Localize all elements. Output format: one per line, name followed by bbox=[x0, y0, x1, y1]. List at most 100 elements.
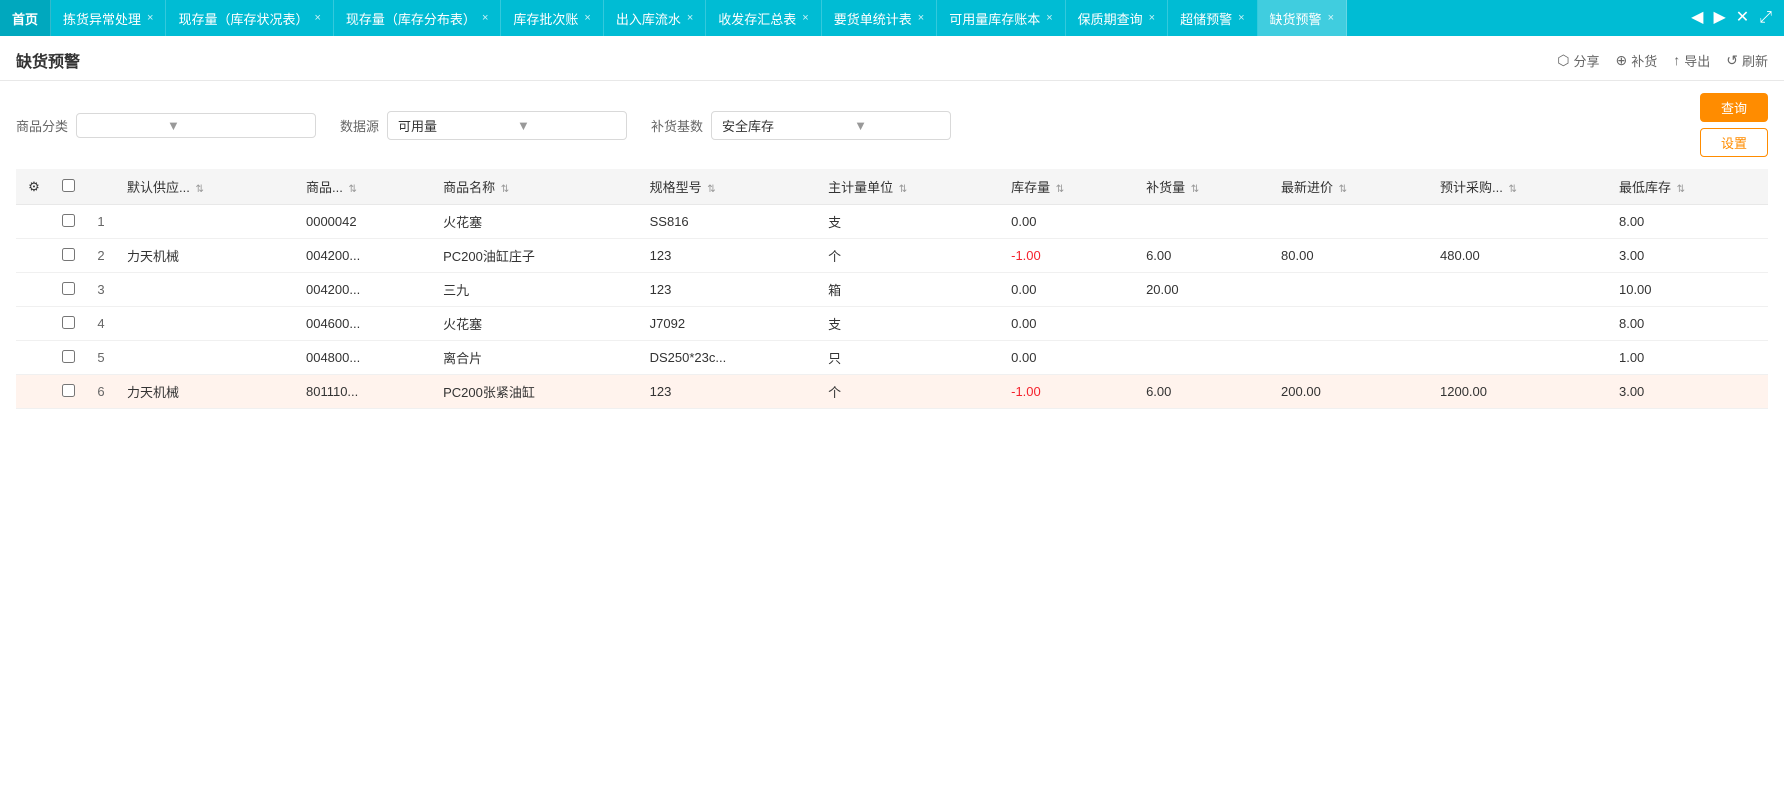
close-available-icon[interactable]: × bbox=[1046, 12, 1052, 24]
row-index-cell: 5 bbox=[85, 341, 117, 375]
th-unit[interactable]: 主计量单位 ⇅ bbox=[818, 169, 1001, 205]
row-name-cell: 离合片 bbox=[433, 341, 640, 375]
close-summary-icon[interactable]: × bbox=[802, 12, 808, 24]
row-checkbox-cell[interactable] bbox=[52, 239, 85, 273]
th-supplier-sort-icon: ⇅ bbox=[195, 184, 203, 195]
close-flow-icon[interactable]: × bbox=[687, 12, 693, 24]
category-select[interactable]: ▼ bbox=[76, 113, 316, 138]
export-icon: ↑ bbox=[1673, 52, 1680, 68]
page-header: 缺货预警 ⬡ 分享 ⊕ 补货 ↑ 导出 ↺ 刷新 bbox=[0, 36, 1784, 81]
th-forecast[interactable]: 预计采购... ⇅ bbox=[1430, 169, 1609, 205]
nav-tab-expiry[interactable]: 保质期查询 × bbox=[1066, 0, 1168, 36]
filter-replenish-base: 补货基数 安全库存 ▼ bbox=[651, 111, 951, 140]
refresh-button[interactable]: ↺ 刷新 bbox=[1726, 51, 1768, 70]
th-gear[interactable]: ⚙ bbox=[16, 169, 52, 205]
row-checkbox-cell[interactable] bbox=[52, 273, 85, 307]
gear-header-icon[interactable]: ⚙ bbox=[28, 179, 40, 194]
nav-close-button[interactable]: ✕ bbox=[1732, 0, 1753, 36]
nav-next-button[interactable]: ▶ bbox=[1709, 0, 1729, 36]
select-all-checkbox[interactable] bbox=[62, 179, 75, 192]
row-stock-cell: 0.00 bbox=[1001, 273, 1136, 307]
nav-tab-inv-status[interactable]: 现存量（库存状况表） × bbox=[166, 0, 333, 36]
row-checkbox-cell[interactable] bbox=[52, 375, 85, 409]
th-code[interactable]: 商品... ⇅ bbox=[296, 169, 433, 205]
datasource-select[interactable]: 可用量 ▼ bbox=[387, 111, 627, 140]
row-replenish-cell: 6.00 bbox=[1136, 375, 1271, 409]
nav-tab-overstock[interactable]: 超储预警 × bbox=[1168, 0, 1257, 36]
close-shortage-icon[interactable]: × bbox=[1328, 12, 1334, 24]
row-supplier-cell bbox=[117, 307, 296, 341]
row-checkbox[interactable] bbox=[62, 316, 75, 329]
close-expiry-icon[interactable]: × bbox=[1149, 12, 1155, 24]
th-supplier[interactable]: 默认供应... ⇅ bbox=[117, 169, 296, 205]
row-checkbox[interactable] bbox=[62, 248, 75, 261]
nav-tab-home[interactable]: 首页 bbox=[0, 0, 51, 36]
th-latest-price[interactable]: 最新进价 ⇅ bbox=[1271, 169, 1430, 205]
th-min-stock[interactable]: 最低库存 ⇅ bbox=[1609, 169, 1768, 205]
row-forecast-cell bbox=[1430, 341, 1609, 375]
row-checkbox-cell[interactable] bbox=[52, 307, 85, 341]
table-header-row: ⚙ 默认供应... ⇅ 商品... ⇅ 商品名称 bbox=[16, 169, 1768, 205]
table-container: ⚙ 默认供应... ⇅ 商品... ⇅ 商品名称 bbox=[0, 169, 1784, 409]
row-name-cell: 三九 bbox=[433, 273, 640, 307]
close-batch-icon[interactable]: × bbox=[584, 12, 590, 24]
th-stock-label: 库存量 bbox=[1011, 180, 1050, 195]
replenish-button[interactable]: ⊕ 补货 bbox=[1615, 51, 1657, 70]
close-requisition-icon[interactable]: × bbox=[918, 12, 924, 24]
th-latest-price-label: 最新进价 bbox=[1281, 180, 1333, 195]
table-row: 1 0000042 火花塞 SS816 支 0.00 8.00 bbox=[16, 205, 1768, 239]
row-spec-cell: 123 bbox=[640, 239, 819, 273]
row-checkbox[interactable] bbox=[62, 384, 75, 397]
nav-tab-summary-label: 收发存汇总表 bbox=[718, 9, 796, 28]
nav-tab-available-label: 可用量库存账本 bbox=[949, 9, 1040, 28]
datasource-select-arrow-icon: ▼ bbox=[517, 118, 530, 133]
row-supplier-cell: 力天机械 bbox=[117, 239, 296, 273]
nav-tab-inv-dist[interactable]: 现存量（库存分布表） × bbox=[334, 0, 501, 36]
share-button[interactable]: ⬡ 分享 bbox=[1557, 51, 1599, 70]
close-inv-dist-icon[interactable]: × bbox=[482, 12, 488, 24]
row-unit-cell: 支 bbox=[818, 307, 1001, 341]
nav-expand-button[interactable]: ⤢ bbox=[1755, 0, 1776, 36]
th-spec[interactable]: 规格型号 ⇅ bbox=[640, 169, 819, 205]
nav-prev-button[interactable]: ◀ bbox=[1687, 0, 1707, 36]
row-checkbox-cell[interactable] bbox=[52, 341, 85, 375]
nav-tab-flow[interactable]: 出入库流水 × bbox=[604, 0, 706, 36]
row-gear-cell bbox=[16, 239, 52, 273]
nav-tab-shortage[interactable]: 缺货预警 × bbox=[1258, 0, 1347, 36]
row-forecast-cell: 480.00 bbox=[1430, 239, 1609, 273]
th-stock[interactable]: 库存量 ⇅ bbox=[1001, 169, 1136, 205]
row-checkbox[interactable] bbox=[62, 282, 75, 295]
nav-tab-pick[interactable]: 拣货异常处理 × bbox=[51, 0, 166, 36]
nav-tab-summary[interactable]: 收发存汇总表 × bbox=[706, 0, 821, 36]
row-index-cell: 4 bbox=[85, 307, 117, 341]
row-checkbox[interactable] bbox=[62, 214, 75, 227]
th-checkbox[interactable] bbox=[52, 169, 85, 205]
nav-tab-available[interactable]: 可用量库存账本 × bbox=[937, 0, 1065, 36]
export-button[interactable]: ↑ 导出 bbox=[1673, 51, 1710, 70]
th-replenish-label: 补货量 bbox=[1146, 180, 1185, 195]
settings-button[interactable]: 设置 bbox=[1700, 128, 1768, 157]
replenish-base-select[interactable]: 安全库存 ▼ bbox=[711, 111, 951, 140]
close-overstock-icon[interactable]: × bbox=[1238, 12, 1244, 24]
th-latest-price-sort-icon: ⇅ bbox=[1339, 184, 1347, 195]
th-replenish[interactable]: 补货量 ⇅ bbox=[1136, 169, 1271, 205]
filter-actions: 查询 设置 bbox=[1700, 93, 1768, 157]
row-spec-cell: 123 bbox=[640, 375, 819, 409]
query-button[interactable]: 查询 bbox=[1700, 93, 1768, 122]
th-name[interactable]: 商品名称 ⇅ bbox=[433, 169, 640, 205]
row-latest-price-cell bbox=[1271, 273, 1430, 307]
row-latest-price-cell bbox=[1271, 341, 1430, 375]
th-index bbox=[85, 169, 117, 205]
row-min-stock-cell: 3.00 bbox=[1609, 375, 1768, 409]
replenish-base-arrow-icon: ▼ bbox=[854, 118, 867, 133]
nav-tab-requisition[interactable]: 要货单统计表 × bbox=[822, 0, 937, 36]
nav-tab-batch-label: 库存批次账 bbox=[513, 9, 578, 28]
row-checkbox-cell[interactable] bbox=[52, 205, 85, 239]
close-inv-status-icon[interactable]: × bbox=[314, 12, 320, 24]
row-checkbox[interactable] bbox=[62, 350, 75, 363]
th-name-label: 商品名称 bbox=[443, 180, 495, 195]
row-latest-price-cell: 80.00 bbox=[1271, 239, 1430, 273]
close-pick-icon[interactable]: × bbox=[147, 12, 153, 24]
export-label: 导出 bbox=[1684, 51, 1710, 70]
nav-tab-batch[interactable]: 库存批次账 × bbox=[501, 0, 603, 36]
